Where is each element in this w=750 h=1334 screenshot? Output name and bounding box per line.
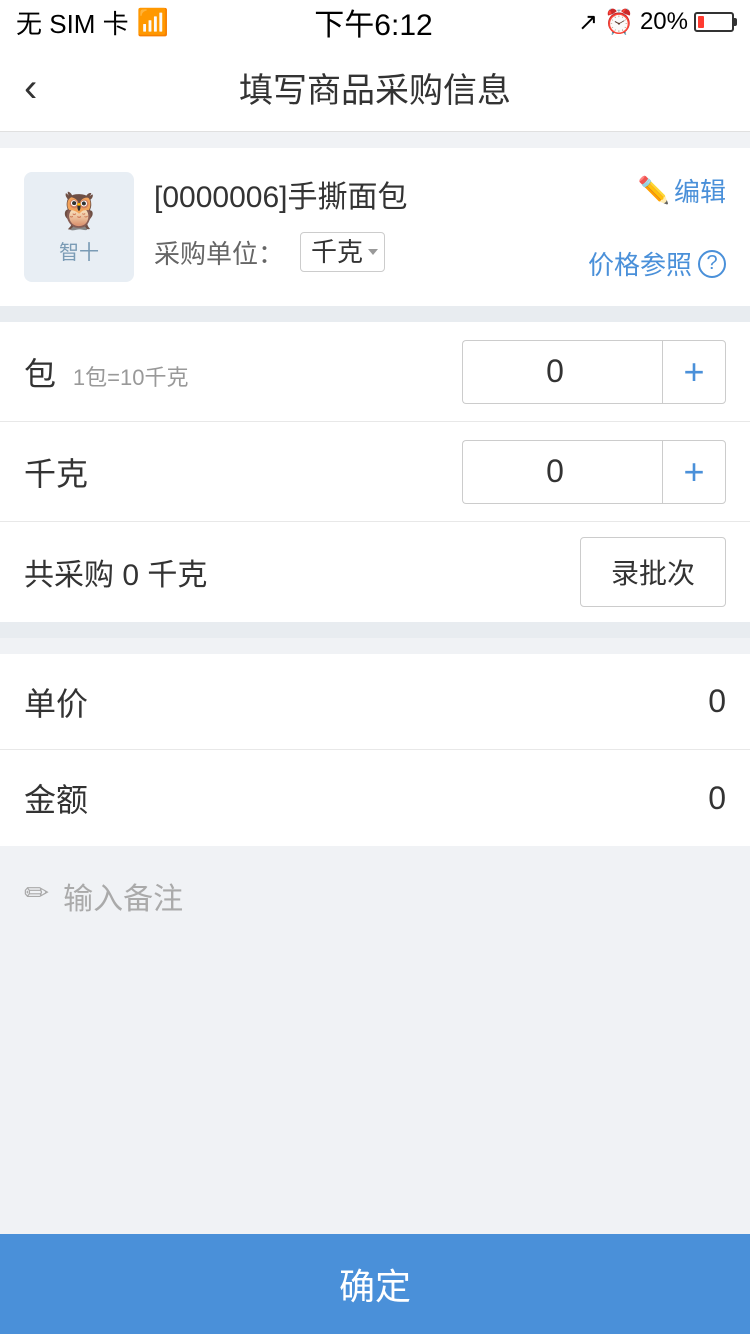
amount-row: 金额 0 [0,750,750,846]
price-section: 单价 0 金额 0 [0,654,750,846]
bag-quantity-input[interactable] [462,340,662,404]
note-section[interactable]: ✏ 输入备注 [0,846,750,1146]
kg-plus-button[interactable]: + [662,440,726,504]
unit-price-row: 单价 0 [0,654,750,750]
product-card: 🦉 智十 [0000006]手撕面包 采购单位： 千克 ✏️ 编辑 价格参照 ? [0,148,750,306]
edit-icon: ✏️ [638,175,670,206]
summary-row: 共采购 0 千克 录批次 [0,522,750,622]
battery-icon [694,12,734,32]
product-thumbnail: 🦉 智十 [24,172,134,282]
wifi-icon: 📶 [137,7,169,38]
kg-input-row: 千克 + [0,422,750,522]
time-display: 下午6:12 [314,0,432,44]
kg-label: 千克 [24,449,164,495]
status-left: 无 SIM 卡 📶 [16,4,169,41]
product-thumb-label: 智十 [59,236,99,265]
status-bar: 无 SIM 卡 📶 下午6:12 ↗ ⏰ 20% [0,0,750,44]
help-icon: ? [698,250,726,278]
unit-price-value: 0 [708,683,726,720]
unit-price-label: 单价 [24,679,88,725]
section-divider-2 [0,622,750,638]
kg-input-right: + [462,440,726,504]
kg-quantity-input[interactable] [462,440,662,504]
unit-select[interactable]: 千克 [300,232,385,272]
bag-plus-button[interactable]: + [662,340,726,404]
note-placeholder: 输入备注 [63,874,183,918]
status-right: ↗ ⏰ 20% [578,8,734,37]
section-divider-1 [0,306,750,322]
amount-value: 0 [708,780,726,817]
pencil-icon: ✏ [24,876,49,911]
batch-button[interactable]: 录批次 [580,537,726,607]
sim-status: 无 SIM 卡 [16,4,129,41]
edit-button[interactable]: ✏️ 编辑 [638,172,726,209]
product-logo-icon: 🦉 [57,190,102,232]
unit-label: 采购单位： [154,234,284,271]
confirm-button[interactable]: 确定 [0,1234,750,1334]
alarm-icon: ⏰ [604,8,634,37]
amount-label: 金额 [24,775,88,821]
back-button[interactable]: ‹ [24,68,37,108]
bag-label: 包 1包=10千克 [24,349,188,395]
nav-bar: ‹ 填写商品采购信息 [0,44,750,132]
page-title: 填写商品采购信息 [239,63,511,112]
bag-input-row: 包 1包=10千克 + [0,322,750,422]
location-icon: ↗ [578,8,598,37]
price-ref-button[interactable]: 价格参照 ? [588,245,726,282]
battery-pct: 20% [640,8,688,36]
summary-text: 共采购 0 千克 [24,550,207,594]
input-section: 包 1包=10千克 + 千克 + [0,322,750,522]
bag-input-right: + [462,340,726,404]
bag-hint: 1包=10千克 [73,365,189,390]
